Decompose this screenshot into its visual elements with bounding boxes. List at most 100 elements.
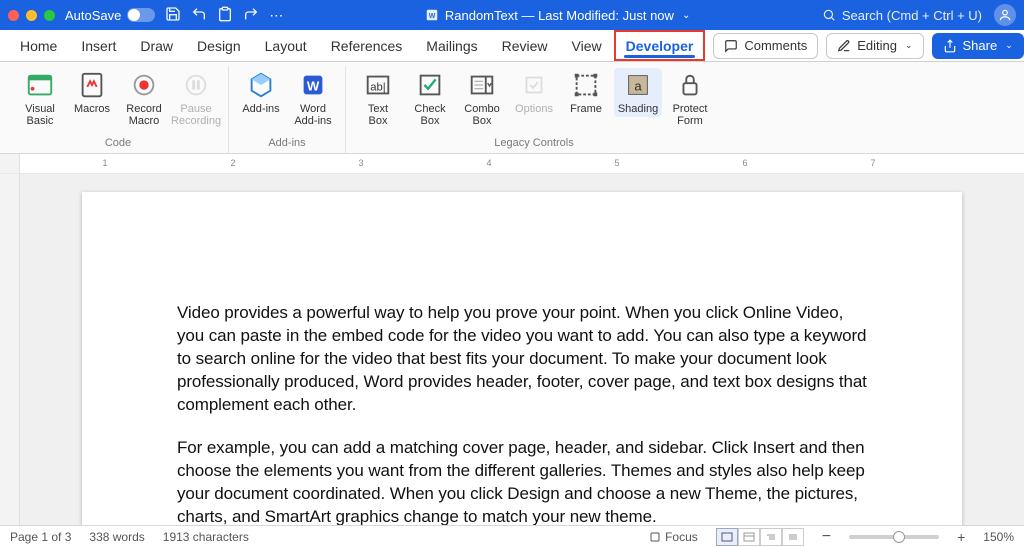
zoom-out-button[interactable]: − xyxy=(822,528,831,546)
tab-design[interactable]: Design xyxy=(185,30,253,61)
pencil-icon xyxy=(837,39,851,53)
chevron-down-icon: ⌄ xyxy=(905,40,913,51)
print-layout-view[interactable] xyxy=(716,528,738,546)
horizontal-ruler[interactable]: 1234567 xyxy=(0,154,1024,174)
redo-icon[interactable] xyxy=(243,6,259,25)
tab-references[interactable]: References xyxy=(319,30,415,61)
word-add-ins-button[interactable]: W Word Add-ins xyxy=(289,68,337,129)
person-icon xyxy=(998,8,1012,22)
comments-button[interactable]: Comments xyxy=(713,33,818,59)
tab-home[interactable]: Home xyxy=(8,30,69,61)
record-macro-button[interactable]: Record Macro xyxy=(120,68,168,129)
ruler-mark: 2 xyxy=(230,158,235,168)
group-label: Code xyxy=(105,135,131,153)
combo-box-icon xyxy=(467,70,497,100)
record-macro-icon xyxy=(129,70,159,100)
status-bar: Page 1 of 3 338 words 1913 characters Fo… xyxy=(0,525,1024,547)
tab-review[interactable]: Review xyxy=(490,30,560,61)
svg-text:W: W xyxy=(307,79,320,94)
draft-view[interactable] xyxy=(782,528,804,546)
ruler-mark: 4 xyxy=(486,158,491,168)
page-indicator[interactable]: Page 1 of 3 xyxy=(10,530,71,544)
svg-text:W: W xyxy=(429,13,436,20)
text-box-icon: ab| xyxy=(363,70,393,100)
button-label: Combo Box xyxy=(464,103,499,127)
combo-box-button[interactable]: Combo Box xyxy=(458,68,506,129)
button-label: Text Box xyxy=(368,103,388,127)
document-page[interactable]: Video provides a powerful way to help yo… xyxy=(82,192,962,525)
zoom-slider[interactable] xyxy=(849,535,939,539)
button-label: Word Add-ins xyxy=(294,103,331,127)
paragraph[interactable]: For example, you can add a matching cove… xyxy=(177,437,867,525)
group-label: Add-ins xyxy=(268,135,305,153)
ruler-corner xyxy=(0,154,20,173)
view-switcher xyxy=(716,528,804,546)
tab-developer[interactable]: Developer xyxy=(614,30,706,61)
macros-icon xyxy=(77,70,107,100)
tab-layout[interactable]: Layout xyxy=(253,30,319,61)
minimize-window-button[interactable] xyxy=(26,10,37,21)
outline-view[interactable] xyxy=(760,528,782,546)
button-label: Add-ins xyxy=(242,103,279,115)
autosave-label: AutoSave xyxy=(65,8,121,23)
button-label: Shading xyxy=(618,103,658,115)
pause-recording-icon xyxy=(181,70,211,100)
tab-view[interactable]: View xyxy=(560,30,614,61)
share-button[interactable]: Share ⌄ xyxy=(932,33,1024,59)
tab-draw[interactable]: Draw xyxy=(128,30,185,61)
document-title[interactable]: W RandomText — Last Modified: Just now ⌄ xyxy=(293,8,821,23)
button-label: Record Macro xyxy=(126,103,161,127)
add-ins-button[interactable]: Add-ins xyxy=(237,68,285,117)
button-label: Options xyxy=(515,103,553,115)
search-field[interactable]: Search (Cmd + Ctrl + U) xyxy=(822,8,982,23)
button-label: Visual Basic xyxy=(25,103,55,127)
paragraph[interactable]: Video provides a powerful way to help yo… xyxy=(177,302,867,417)
ribbon-group-add-ins: Add-ins W Word Add-ins Add-ins xyxy=(229,66,346,153)
autosave-switch[interactable] xyxy=(127,8,155,22)
button-label: Macros xyxy=(74,103,110,115)
ruler-mark: 3 xyxy=(358,158,363,168)
macros-button[interactable]: Macros xyxy=(68,68,116,117)
search-placeholder: Search (Cmd + Ctrl + U) xyxy=(842,8,982,23)
check-box-icon xyxy=(415,70,445,100)
ruler-mark: 7 xyxy=(870,158,875,168)
ribbon-group-code: Visual BasicMacrosRecord MacroPause Reco… xyxy=(8,66,229,153)
shading-button[interactable]: aShading xyxy=(614,68,662,117)
text-box-button[interactable]: ab| Text Box xyxy=(354,68,402,129)
check-box-button[interactable]: Check Box xyxy=(406,68,454,129)
comment-icon xyxy=(724,39,738,53)
word-count[interactable]: 338 words xyxy=(89,530,144,544)
options-icon xyxy=(519,70,549,100)
chevron-down-icon: ⌄ xyxy=(682,10,690,21)
tab-mailings[interactable]: Mailings xyxy=(414,30,489,61)
vertical-ruler[interactable] xyxy=(0,174,20,525)
web-layout-view[interactable] xyxy=(738,528,760,546)
close-window-button[interactable] xyxy=(8,10,19,21)
quick-access-toolbar: ⋯ xyxy=(165,6,283,25)
protect-form-button[interactable]: Protect Form xyxy=(666,68,714,129)
svg-text:ab|: ab| xyxy=(370,82,385,94)
more-icon[interactable]: ⋯ xyxy=(269,7,283,24)
editing-mode-button[interactable]: Editing ⌄ xyxy=(826,33,923,59)
save-icon[interactable] xyxy=(165,6,181,25)
paste-icon[interactable] xyxy=(217,6,233,25)
tab-insert[interactable]: Insert xyxy=(69,30,128,61)
visual-basic-button[interactable]: Visual Basic xyxy=(16,68,64,129)
search-icon xyxy=(822,8,836,22)
maximize-window-button[interactable] xyxy=(44,10,55,21)
focus-mode-button[interactable]: Focus xyxy=(649,530,698,544)
autosave-toggle[interactable]: AutoSave xyxy=(65,8,155,23)
word-add-ins-icon: W xyxy=(298,70,328,100)
share-label: Share xyxy=(963,38,998,53)
char-count[interactable]: 1913 characters xyxy=(163,530,249,544)
undo-icon[interactable] xyxy=(191,6,207,25)
visual-basic-icon xyxy=(25,70,55,100)
ribbon-tabs: HomeInsertDrawDesignLayoutReferencesMail… xyxy=(0,30,1024,62)
button-label: Protect Form xyxy=(673,103,708,127)
zoom-percent[interactable]: 150% xyxy=(983,530,1014,544)
frame-button[interactable]: Frame xyxy=(562,68,610,117)
ruler-mark: 6 xyxy=(742,158,747,168)
zoom-in-button[interactable]: + xyxy=(957,529,965,545)
add-ins-icon xyxy=(246,70,276,100)
profile-button[interactable] xyxy=(994,4,1016,26)
